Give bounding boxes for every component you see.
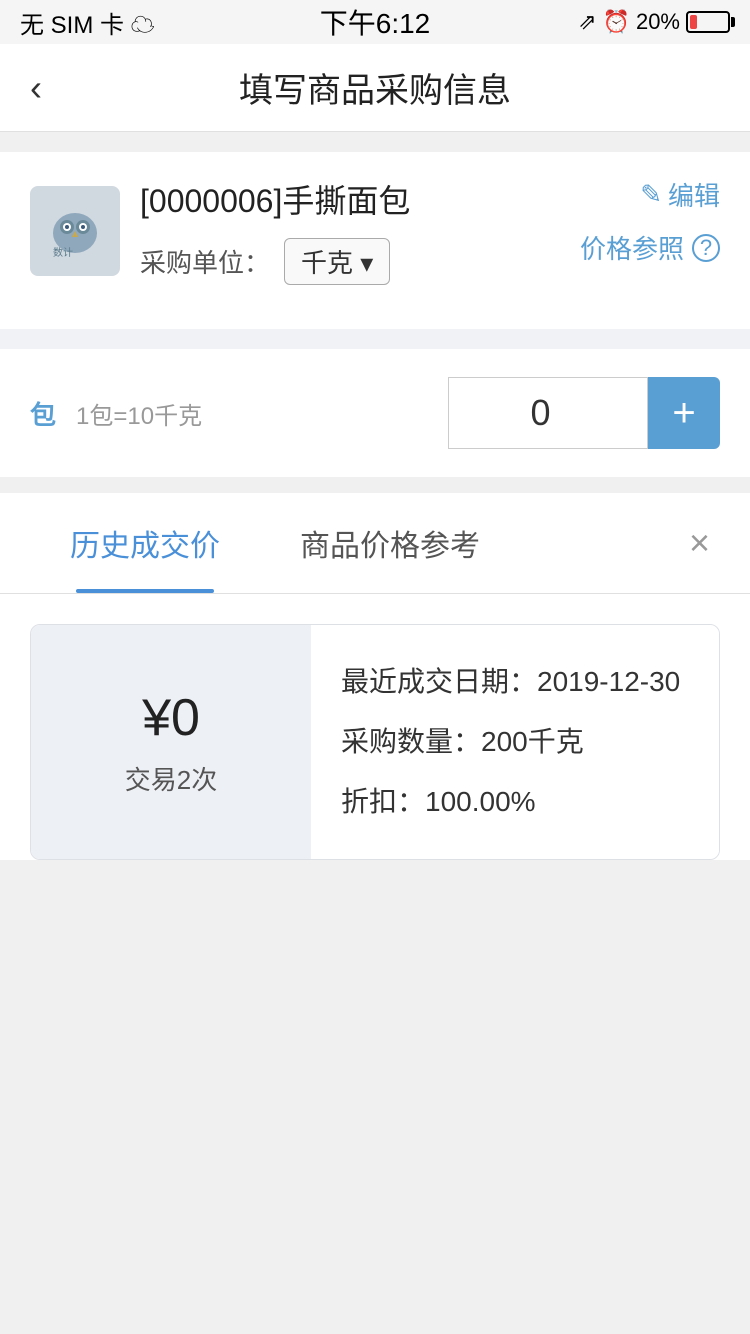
recent-date-label: 最近成交日期： [341, 666, 537, 697]
price-value: 0 [171, 689, 200, 747]
status-time: 下午6:12 [320, 2, 431, 42]
back-button[interactable]: ‹ [20, 57, 52, 119]
purchase-qty-value: 200千克 [481, 726, 584, 757]
page-title: 填写商品采购信息 [239, 63, 511, 112]
unit-select[interactable]: 千克 ▾ [284, 238, 390, 285]
discount-label: 折扣： [341, 786, 425, 817]
sim-signal-text: 无 SIM 卡 ☁ [20, 5, 155, 40]
discount-value: 100.00% [425, 786, 536, 817]
product-card: 数计 [0000006]手撕面包 采购单位： 千克 ▾ ✎ 编辑 价格参照 [0, 152, 750, 329]
tab-close-button[interactable]: × [679, 512, 720, 574]
tabs-section: 历史成交价 商品价格参考 × ¥0 交易2次 最近成交日期：2019-12-30… [0, 493, 750, 860]
discount-row: 折扣：100.00% [341, 781, 689, 823]
tabs-header: 历史成交价 商品价格参考 × [0, 493, 750, 594]
recent-date-row: 最近成交日期：2019-12-30 [341, 661, 689, 703]
qty-label: 包 1包=10千克 [30, 395, 202, 432]
edit-icon: ✎ [640, 179, 662, 210]
recent-date-value: 2019-12-30 [537, 666, 680, 697]
package-icon: 包 [30, 395, 56, 432]
alarm-icon: ⏰ [603, 9, 630, 35]
status-bar: 无 SIM 卡 ☁ 下午6:12 ⇗ ⏰ 20% [0, 0, 750, 44]
price-ref-button[interactable]: 价格参照 ? [580, 229, 720, 266]
price-display: ¥0 [142, 688, 200, 748]
location-icon: ⇗ [578, 9, 596, 35]
tab-product-price-ref[interactable]: 商品价格参考 [260, 493, 520, 593]
edit-button[interactable]: ✎ 编辑 [640, 176, 720, 213]
history-price-card: ¥0 交易2次 最近成交日期：2019-12-30 采购数量：200千克 折扣：… [30, 624, 720, 860]
trade-count: 交易2次 [125, 760, 217, 797]
product-name: [0000006]手撕面包 [140, 176, 410, 222]
quantity-plus-button[interactable]: + [648, 377, 720, 449]
product-info: [0000006]手撕面包 采购单位： 千克 ▾ [140, 176, 410, 285]
quantity-input[interactable] [448, 377, 648, 449]
battery-icon [686, 11, 730, 33]
product-logo-icon: 数计 [45, 201, 105, 261]
tab-history-price[interactable]: 历史成交价 [30, 493, 260, 593]
product-left: 数计 [0000006]手撕面包 采购单位： 千克 ▾ [30, 176, 410, 285]
battery-percent: 20% [636, 9, 680, 35]
product-unit-row: 采购单位： 千克 ▾ [140, 238, 410, 285]
product-header: 数计 [0000006]手撕面包 采购单位： 千克 ▾ ✎ 编辑 价格参照 [30, 176, 720, 285]
purchase-qty-row: 采购数量：200千克 [341, 721, 689, 763]
currency-symbol: ¥ [142, 689, 171, 747]
status-right: ⇗ ⏰ 20% [578, 9, 730, 35]
svg-text:数计: 数计 [53, 246, 73, 259]
qty-input-group: + [448, 377, 720, 449]
nav-bar: ‹ 填写商品采购信息 [0, 44, 750, 132]
unit-label: 采购单位： [140, 243, 270, 280]
product-thumbnail: 数计 [30, 186, 120, 276]
purchase-qty-label: 采购数量： [341, 726, 481, 757]
product-right-col: ✎ 编辑 价格参照 ? [580, 176, 720, 266]
help-icon: ? [692, 234, 720, 262]
card-right: 最近成交日期：2019-12-30 采购数量：200千克 折扣：100.00% [311, 625, 719, 859]
quantity-row: 包 1包=10千克 + [0, 339, 750, 477]
status-left: 无 SIM 卡 ☁ [20, 5, 155, 40]
qty-hint: 1包=10千克 [76, 396, 202, 431]
section-divider [0, 329, 750, 339]
card-left: ¥0 交易2次 [31, 625, 311, 859]
